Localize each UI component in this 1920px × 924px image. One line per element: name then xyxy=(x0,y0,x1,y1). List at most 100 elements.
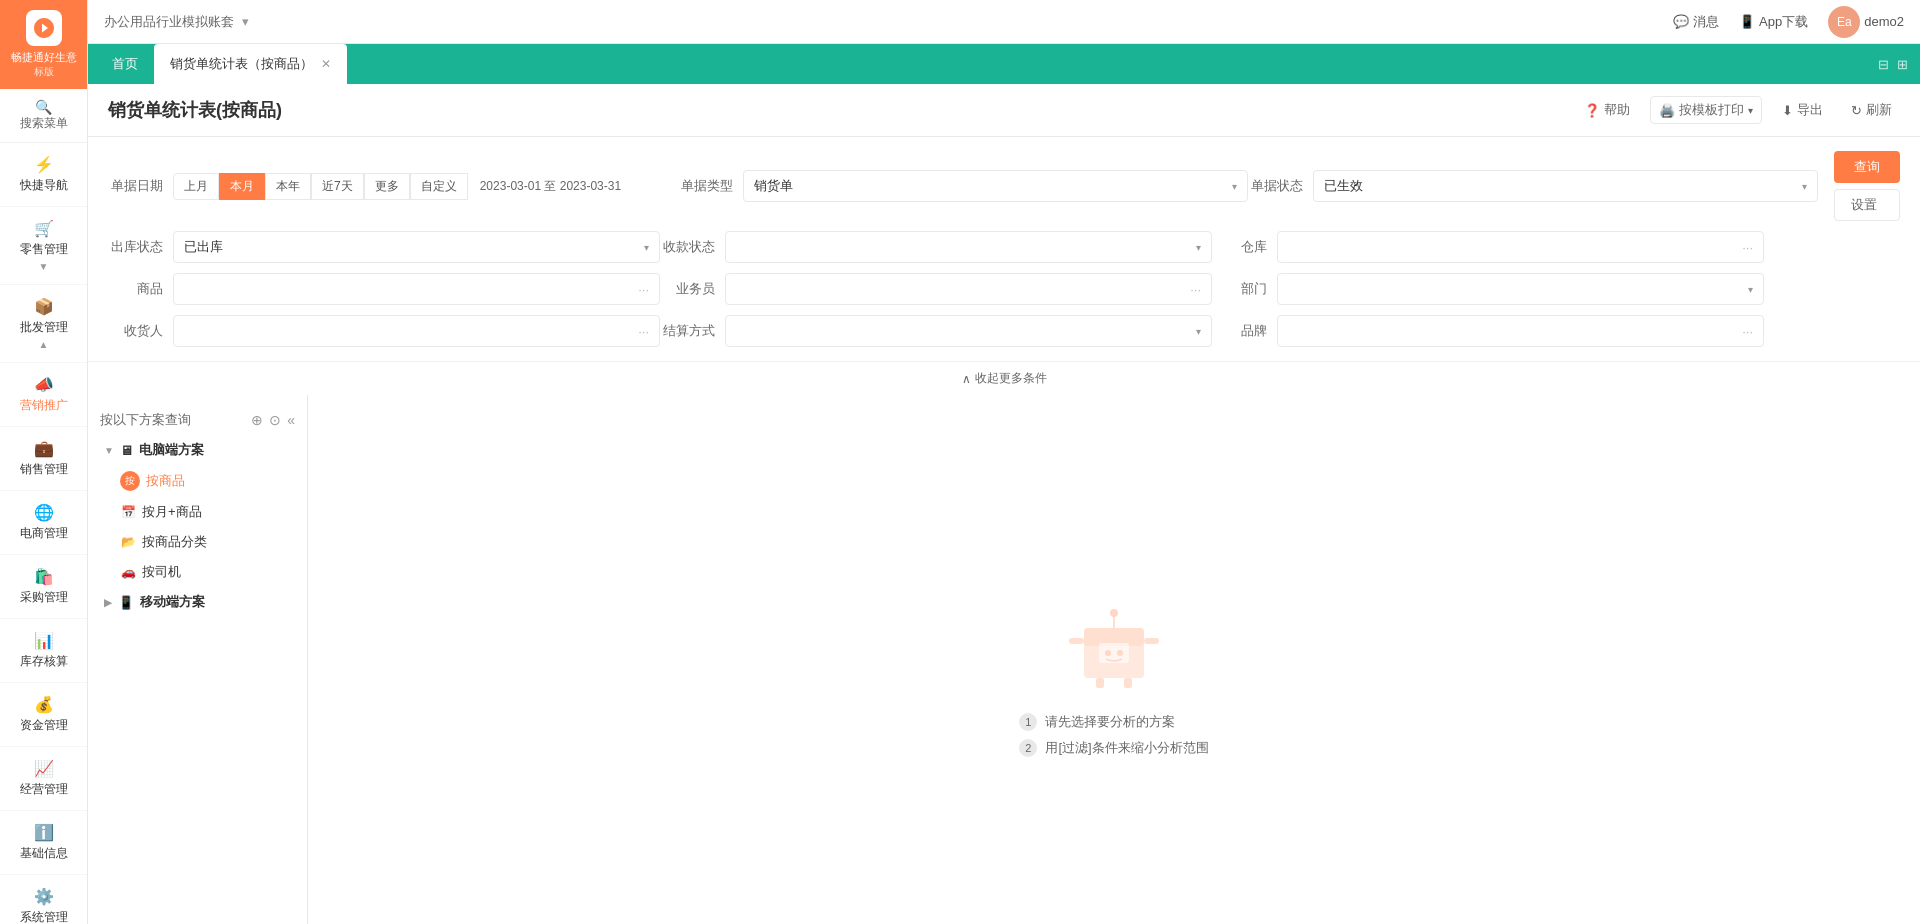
tab-active[interactable]: 销货单统计表（按商品） ✕ xyxy=(154,44,347,84)
doc-status-value: 已生效 xyxy=(1324,177,1363,195)
by-goods-label: 按商品 xyxy=(146,472,185,490)
brand-control: ··· xyxy=(1277,315,1764,347)
sidebar-search[interactable]: 🔍 搜索菜单 xyxy=(0,89,87,143)
receipt-control: ▾ xyxy=(725,231,1212,263)
tip-num-1: 1 xyxy=(1019,713,1037,731)
sidebar-item-quick-nav[interactable]: ⚡ 快捷导航 xyxy=(0,143,87,207)
retail-label: 零售管理 xyxy=(20,241,68,258)
topbar: 办公用品行业模拟账套 ▾ 💬 消息 📱 App下载 Ea demo2 xyxy=(88,0,1920,44)
add-scheme-icon[interactable]: ⊕ xyxy=(251,412,263,428)
receiver-input[interactable]: ··· xyxy=(173,315,660,347)
date-range-display: 2023-03-01 至 2023-03-31 xyxy=(480,178,621,195)
pc-group-arrow: ▼ xyxy=(104,445,114,456)
storage-input[interactable]: ··· xyxy=(1277,231,1764,263)
storage-label: 仓库 xyxy=(1212,238,1277,256)
topbar-dropdown-icon[interactable]: ▾ xyxy=(242,14,249,29)
app-download-icon: 📱 xyxy=(1739,14,1755,29)
storage-dots: ··· xyxy=(1742,240,1753,255)
collapse-panel-icon[interactable]: « xyxy=(287,412,295,428)
sidebar-item-operations[interactable]: 📈 经营管理 xyxy=(0,747,87,811)
print-icon: 🖨️ xyxy=(1659,103,1675,118)
doc-status-select[interactable]: 已生效 ▾ xyxy=(1313,170,1818,202)
date-btn-last-month[interactable]: 上月 xyxy=(173,173,219,200)
warehouse-control: 已出库 ▾ xyxy=(173,231,660,263)
retail-icon: 🛒 xyxy=(34,219,54,238)
settlement-select[interactable]: ▾ xyxy=(725,315,1212,347)
system-label: 系统管理 xyxy=(20,909,68,924)
doc-status-arrow: ▾ xyxy=(1802,181,1807,192)
tree-item-by-driver[interactable]: 🚗 按司机 xyxy=(88,557,307,587)
sidebar-item-purchase[interactable]: 🛍️ 采购管理 xyxy=(0,555,87,619)
query-btn[interactable]: 查询 xyxy=(1834,151,1900,183)
date-btn-more[interactable]: 更多 xyxy=(364,173,410,200)
inventory-label: 库存核算 xyxy=(20,653,68,670)
operations-label: 经营管理 xyxy=(20,781,68,798)
doc-type-select[interactable]: 销货单 ▾ xyxy=(743,170,1248,202)
doc-type-arrow: ▾ xyxy=(1232,181,1237,192)
sidebar-item-inventory[interactable]: 📊 库存核算 xyxy=(0,619,87,683)
tab-fullscreen-icon[interactable]: ⊞ xyxy=(1897,57,1908,72)
sidebar-item-ecommerce[interactable]: 🌐 电商管理 xyxy=(0,491,87,555)
tree-item-by-goods[interactable]: 按 按商品 xyxy=(88,465,307,497)
brand-label: 品牌 xyxy=(1212,322,1277,340)
warehouse-select[interactable]: 已出库 ▾ xyxy=(173,231,660,263)
doc-status-label: 单据状态 xyxy=(1248,177,1313,195)
tab-home[interactable]: 首页 xyxy=(96,44,154,84)
by-month-goods-label: 按月+商品 xyxy=(142,503,202,521)
receiver-dots: ··· xyxy=(638,324,649,339)
refresh-btn[interactable]: ↻ 刷新 xyxy=(1843,97,1900,123)
brand-input[interactable]: ··· xyxy=(1277,315,1764,347)
empty-tips: 1 请先选择要分析的方案 2 用[过滤]条件来缩小分析范围 xyxy=(1019,713,1208,757)
sidebar-item-marketing[interactable]: 📣 营销推广 xyxy=(0,363,87,427)
date-btn-custom[interactable]: 自定义 xyxy=(410,173,468,200)
sidebar-item-finance[interactable]: 💰 资金管理 xyxy=(0,683,87,747)
tip-num-2: 2 xyxy=(1019,739,1037,757)
help-btn[interactable]: ❓ 帮助 xyxy=(1576,97,1638,123)
tree-group-pc[interactable]: ▼ 🖥 电脑端方案 xyxy=(88,435,307,465)
app-download-btn[interactable]: 📱 App下载 xyxy=(1739,13,1808,31)
app-subtitle: 标版 xyxy=(34,65,54,79)
sidebar-item-wholesale[interactable]: 📦 批发管理 ▲ xyxy=(0,285,87,363)
sidebar-item-system[interactable]: ⚙️ 系统管理 xyxy=(0,875,87,924)
receipt-select[interactable]: ▾ xyxy=(725,231,1212,263)
staff-dots: ··· xyxy=(1190,282,1201,297)
dept-select[interactable]: ▾ xyxy=(1277,273,1764,305)
tree-group-mobile[interactable]: ▶ 📱 移动端方案 xyxy=(88,587,307,617)
svg-rect-2 xyxy=(1099,643,1129,663)
active-tab-label: 销货单统计表（按商品） xyxy=(170,55,313,73)
marketing-icon: 📣 xyxy=(34,375,54,394)
tab-minimize-icon[interactable]: ⊟ xyxy=(1878,57,1889,72)
settings-btn[interactable]: 设置 xyxy=(1834,189,1900,221)
inventory-icon: 📊 xyxy=(34,631,54,650)
marketing-label: 营销推广 xyxy=(20,397,68,414)
date-btn-this-month[interactable]: 本月 xyxy=(219,173,265,200)
message-btn[interactable]: 💬 消息 xyxy=(1673,13,1719,31)
operations-icon: 📈 xyxy=(34,759,54,778)
sidebar-item-basic-info[interactable]: ℹ️ 基础信息 xyxy=(0,811,87,875)
edit-scheme-icon[interactable]: ⊙ xyxy=(269,412,281,428)
app-logo: 畅捷通好生意 标版 xyxy=(0,0,88,89)
date-btn-this-year[interactable]: 本年 xyxy=(265,173,311,200)
user-area[interactable]: Ea demo2 xyxy=(1828,6,1904,38)
page-content: 销货单统计表(按商品) ❓ 帮助 🖨️ 按模板打印 ▾ ⬇ 导出 ↻ 刷新 xyxy=(88,84,1920,924)
sidebar-item-sales[interactable]: 💼 销售管理 xyxy=(0,427,87,491)
filter-row-warehouse: 出库状态 已出库 ▾ 收款状态 ▾ xyxy=(88,221,1920,263)
collapse-label: 收起更多条件 xyxy=(975,370,1047,387)
tree-item-by-month-goods[interactable]: 📅 按月+商品 xyxy=(88,497,307,527)
staff-input[interactable]: ··· xyxy=(725,273,1212,305)
tab-close-icon[interactable]: ✕ xyxy=(321,57,331,71)
basic-info-label: 基础信息 xyxy=(20,845,68,862)
sidebar-item-retail[interactable]: 🛒 零售管理 ▼ xyxy=(0,207,87,285)
date-btn-7days[interactable]: 近7天 xyxy=(311,173,364,200)
tree-item-by-category[interactable]: 📂 按商品分类 xyxy=(88,527,307,557)
svg-rect-7 xyxy=(1096,678,1104,688)
collapse-bar[interactable]: ∧ 收起更多条件 xyxy=(88,361,1920,395)
dept-arrow: ▾ xyxy=(1748,284,1753,295)
goods-control: ··· xyxy=(173,273,660,305)
export-btn[interactable]: ⬇ 导出 xyxy=(1774,97,1831,123)
print-btn[interactable]: 🖨️ 按模板打印 ▾ xyxy=(1650,96,1762,124)
svg-rect-10 xyxy=(1144,638,1159,644)
app-name: 畅捷通好生意 xyxy=(11,50,77,65)
goods-input[interactable]: ··· xyxy=(173,273,660,305)
empty-tip-2: 2 用[过滤]条件来缩小分析范围 xyxy=(1019,739,1208,757)
